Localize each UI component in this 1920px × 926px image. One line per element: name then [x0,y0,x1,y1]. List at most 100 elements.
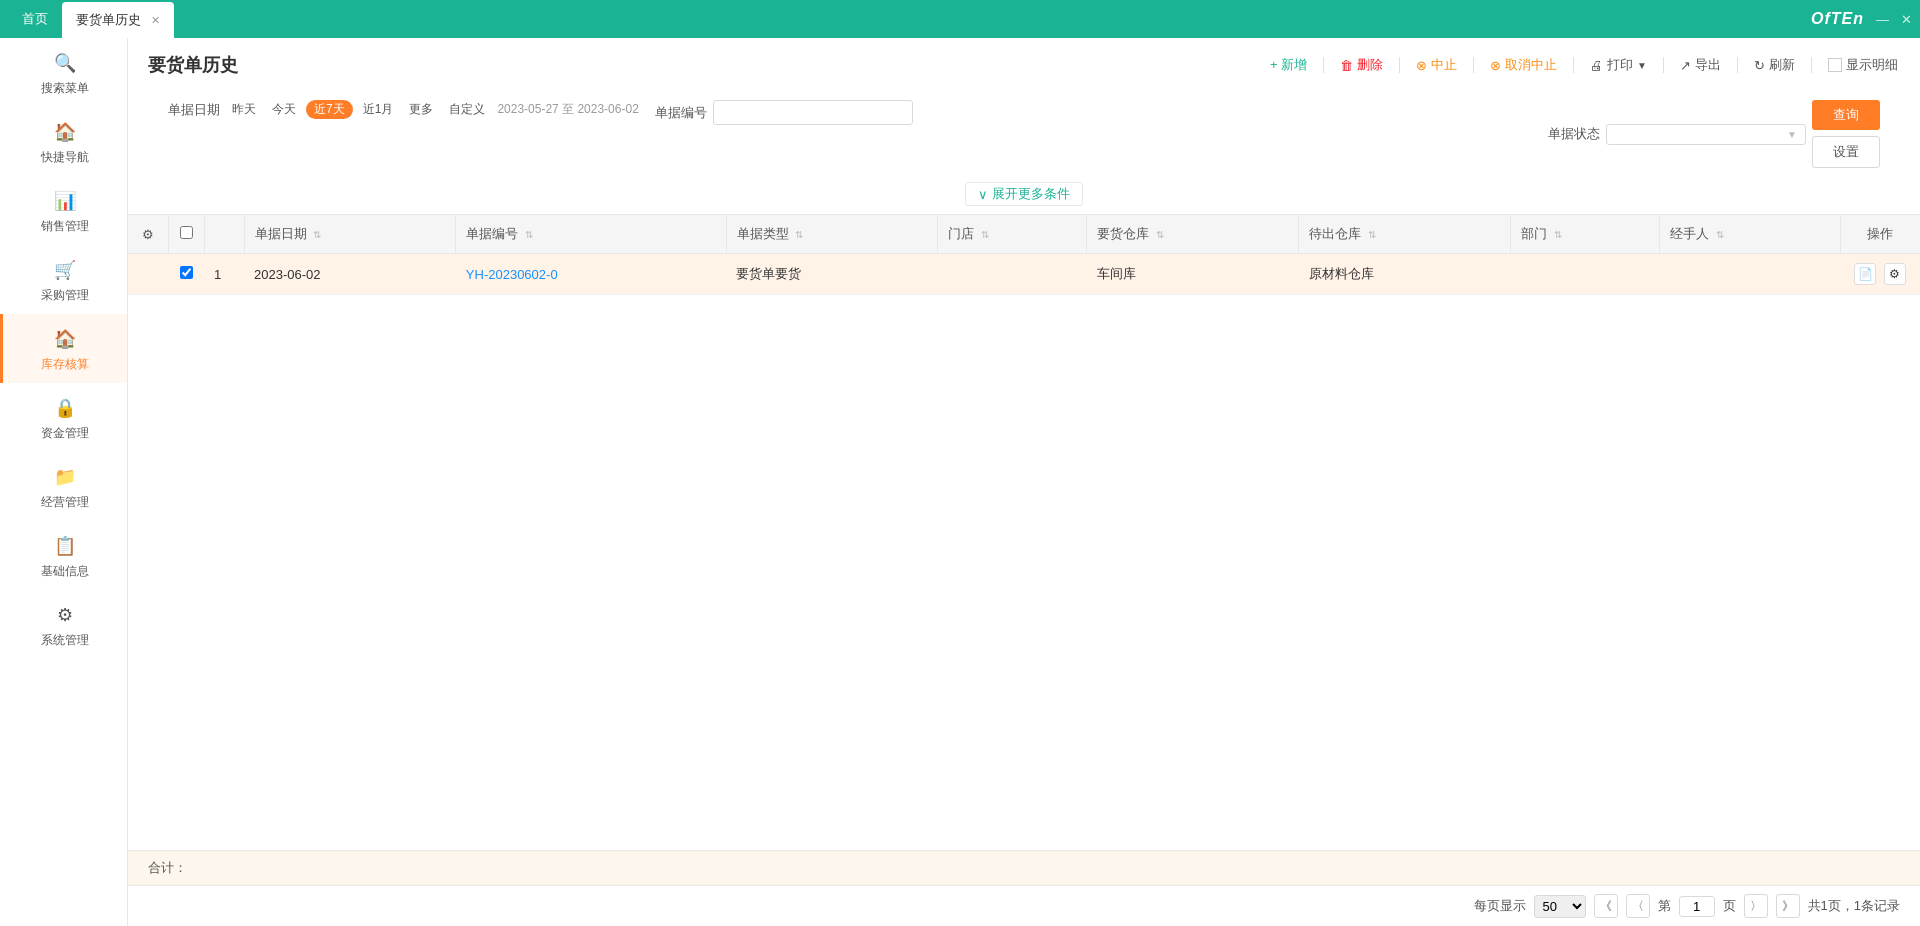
th-type[interactable]: 单据类型 ⇅ [726,215,938,254]
expand-more-row: ∨ 展开更多条件 [148,176,1900,214]
next-page-button[interactable]: 〉 [1744,894,1768,918]
page-size-label: 每页显示 [1474,897,1526,915]
export-label: 导出 [1695,56,1721,74]
sidebar-item-basic-info[interactable]: 📋 基础信息 [0,521,127,590]
sidebar-item-label: 销售管理 [41,218,89,235]
query-button[interactable]: 查询 [1812,100,1880,130]
window-minimize[interactable]: — [1876,12,1889,27]
th-pending-warehouse[interactable]: 待出仓库 ⇅ [1299,215,1511,254]
sort-icon: ⇅ [795,229,803,240]
delete-label: 删除 [1357,56,1383,74]
sidebar-item-sales-mgmt[interactable]: 📊 销售管理 [0,176,127,245]
setting-button[interactable]: 设置 [1812,136,1880,168]
date-btn-yesterday[interactable]: 昨天 [226,100,262,119]
print-button[interactable]: 🖨 打印 ▼ [1588,52,1649,78]
sidebar-item-label: 库存核算 [41,356,89,373]
summary-label: 合计： [148,860,187,875]
sort-icon: ⇅ [525,229,533,240]
cancel-stop-button[interactable]: ⊗ 取消中止 [1488,52,1559,78]
page-number-input[interactable] [1679,896,1715,917]
toolbar: + 新增 🗑 删除 ⊗ 中止 ⊗ 取消中止 [1268,52,1900,78]
sidebar-item-search-menu[interactable]: 🔍 搜索菜单 [0,38,127,107]
th-settings[interactable]: ⚙ [128,215,168,254]
th-checkbox[interactable] [168,215,204,254]
new-button[interactable]: + 新增 [1268,52,1309,78]
table-row[interactable]: 1 2023-06-02 YH-20230602-0 要货单要货 [128,254,1920,295]
sidebar-item-label: 快捷导航 [41,149,89,166]
date-btn-custom[interactable]: 自定义 [443,100,491,119]
sidebar-item-quick-nav[interactable]: 🏠 快捷导航 [0,107,127,176]
sidebar-item-system-mgmt[interactable]: ⚙ 系统管理 [0,590,127,659]
date-btn-today[interactable]: 今天 [266,100,302,119]
tab-home[interactable]: 首页 [8,0,62,38]
expand-more-label: 展开更多条件 [992,185,1070,203]
select-all-checkbox[interactable] [180,226,193,239]
cancel-stop-icon: ⊗ [1490,58,1501,73]
order-no-filter-group: 单据编号 [655,100,913,125]
td-no: YH-20230602-0 [456,254,726,295]
divider [1323,57,1324,73]
sidebar-item-inventory[interactable]: 🏠 库存核算 [0,314,127,383]
td-dept [1511,254,1660,295]
show-detail-checkbox[interactable] [1828,58,1842,72]
date-shortcuts: 昨天 今天 近7天 近1月 更多 自定义 [226,100,491,119]
prev-page-button[interactable]: 〈 [1626,894,1650,918]
td-checkbox[interactable] [168,254,204,295]
date-btn-7days[interactable]: 近7天 [306,100,353,119]
content-area: 要货单历史 + 新增 🗑 删除 ⊗ 中止 ⊗ [128,38,1920,926]
th-no[interactable]: 单据编号 ⇅ [456,215,726,254]
filter-bar: 单据日期 昨天 今天 近7天 近1月 更多 自定义 2023-05-27 至 2… [148,90,1900,176]
export-button[interactable]: ↗ 导出 [1678,52,1723,78]
tab-close-icon[interactable]: ✕ [151,14,160,27]
delete-button[interactable]: 🗑 删除 [1338,52,1385,78]
sidebar-item-finance-mgmt[interactable]: 🔒 资金管理 [0,383,127,452]
search-icon: 🔍 [54,52,76,74]
tab-order-history[interactable]: 要货单历史 ✕ [62,2,174,38]
td-date: 2023-06-02 [244,254,456,295]
tab-bar-right: OfTEn — ✕ [1811,10,1912,28]
td-handler [1660,254,1840,295]
th-index [204,215,244,254]
status-select[interactable]: ▼ [1606,124,1806,145]
window-close[interactable]: ✕ [1901,12,1912,27]
first-page-button[interactable]: 《 [1594,894,1618,918]
tab-home-label: 首页 [22,10,48,28]
row-delete-button[interactable]: ⚙ [1884,263,1906,285]
date-btn-1month[interactable]: 近1月 [357,100,400,119]
order-no-input[interactable] [713,100,913,125]
stop-label: 中止 [1431,56,1457,74]
th-handler[interactable]: 经手人 ⇅ [1660,215,1840,254]
td-store [938,254,1087,295]
divider [1573,57,1574,73]
refresh-icon: ↻ [1754,58,1765,73]
sidebar-item-operation-mgmt[interactable]: 📁 经营管理 [0,452,127,521]
data-table: ⚙ 单据日期 ⇅ 单据编号 ⇅ [128,215,1920,295]
divider [1473,57,1474,73]
status-label: 单据状态 [1548,125,1600,143]
sort-icon: ⇅ [981,229,989,240]
stop-button[interactable]: ⊗ 中止 [1414,52,1459,78]
sidebar-item-purchase-mgmt[interactable]: 🛒 采购管理 [0,245,127,314]
row-edit-button[interactable]: 📄 [1854,263,1876,285]
sort-icon: ⇅ [1716,229,1724,240]
refresh-button[interactable]: ↻ 刷新 [1752,52,1797,78]
order-no-link[interactable]: YH-20230602-0 [466,267,558,282]
page-label: 第 [1658,897,1671,915]
page-title-row: 要货单历史 + 新增 🗑 删除 ⊗ 中止 ⊗ [148,52,1900,78]
th-store[interactable]: 门店 ⇅ [938,215,1087,254]
sidebar-item-label: 经营管理 [41,494,89,511]
show-detail-button[interactable]: 显示明细 [1826,52,1900,78]
th-req-warehouse[interactable]: 要货仓库 ⇅ [1087,215,1299,254]
th-date[interactable]: 单据日期 ⇅ [244,215,456,254]
expand-more-button[interactable]: ∨ 展开更多条件 [965,182,1083,206]
tab-bar: 首页 要货单历史 ✕ OfTEn — ✕ [0,0,1920,38]
page-size-select[interactable]: 20 50 100 [1534,895,1586,918]
td-type: 要货单要货 [726,254,938,295]
th-dept[interactable]: 部门 ⇅ [1511,215,1660,254]
sort-icon: ⇅ [313,229,321,240]
row-checkbox[interactable] [180,266,193,279]
print-icon: 🖨 [1590,58,1603,73]
date-btn-more[interactable]: 更多 [403,100,439,119]
last-page-button[interactable]: 》 [1776,894,1800,918]
table-header-row: ⚙ 单据日期 ⇅ 单据编号 ⇅ [128,215,1920,254]
